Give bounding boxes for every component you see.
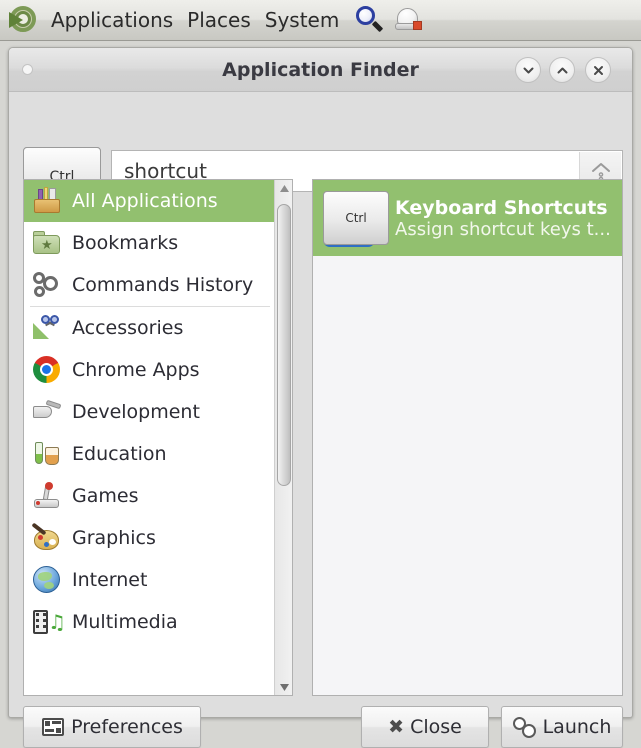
sidebar-item-multimedia[interactable]: ♫ Multimedia xyxy=(24,601,276,643)
development-icon xyxy=(32,397,62,427)
multimedia-icon: ♫ xyxy=(32,607,66,637)
close-button-label: Close xyxy=(410,716,462,738)
xfce-logo-icon[interactable] xyxy=(6,3,40,37)
chevron-down-icon xyxy=(523,67,533,73)
scroll-up-icon[interactable] xyxy=(275,180,292,196)
category-list-pane: All Applications ★ Bookmarks Commands Hi… xyxy=(23,179,293,696)
results-pane: y x Ctrl Keyboard Shortcuts Assign short… xyxy=(312,179,623,696)
preferences-button[interactable]: Preferences xyxy=(23,706,201,748)
accessories-icon xyxy=(32,313,62,343)
sidebar-item-label: Graphics xyxy=(72,527,156,549)
sidebar-item-accessories[interactable]: Accessories xyxy=(24,307,276,349)
desktop-panel: Applications Places System xyxy=(0,0,641,41)
all-applications-icon xyxy=(32,186,62,216)
window-titlebar[interactable]: Application Finder xyxy=(9,48,632,92)
keycap-ctrl: Ctrl xyxy=(323,191,389,245)
search-icon[interactable] xyxy=(352,3,386,37)
bookmarks-icon: ★ xyxy=(32,228,62,258)
scrollbar-thumb[interactable] xyxy=(277,204,291,486)
sidebar-item-all-applications[interactable]: All Applications xyxy=(24,180,276,222)
chrome-apps-icon xyxy=(32,355,62,385)
package-update-icon[interactable] xyxy=(392,3,426,37)
search-row: y x Ctrl shortcut xyxy=(9,92,632,214)
sidebar-item-label: Development xyxy=(72,401,200,423)
sidebar-item-education[interactable]: Education xyxy=(24,433,276,475)
application-finder-window: Application Finder y x Ctrl xyxy=(8,47,633,748)
sidebar-item-label: Internet xyxy=(72,569,148,591)
chevron-up-icon xyxy=(557,67,567,73)
list-item[interactable]: y x Ctrl Keyboard Shortcuts Assign short… xyxy=(313,180,622,256)
gears-icon xyxy=(512,715,537,739)
sidebar-item-label: Games xyxy=(72,485,139,507)
scroll-down-glyph xyxy=(279,683,289,691)
sidebar-item-label: Multimedia xyxy=(72,611,178,633)
sidebar-item-label: Chrome Apps xyxy=(72,359,200,381)
window-maximize-button[interactable] xyxy=(549,57,575,83)
sidebar-item-graphics[interactable]: Graphics xyxy=(24,517,276,559)
window-shade-button[interactable] xyxy=(515,57,541,83)
sidebar-item-label: All Applications xyxy=(72,190,218,212)
sidebar-item-bookmarks[interactable]: ★ Bookmarks xyxy=(24,222,276,264)
sidebar-item-internet[interactable]: Internet xyxy=(24,559,276,601)
education-icon xyxy=(32,439,62,469)
scroll-down-icon[interactable] xyxy=(275,679,292,695)
panel-menu-applications[interactable]: Applications xyxy=(44,6,180,34)
result-subtitle: Assign shortcut keys t... xyxy=(395,218,611,240)
commands-history-icon xyxy=(32,270,62,300)
launch-button[interactable]: Launch xyxy=(501,706,623,748)
close-x-icon: ✖ xyxy=(388,715,405,738)
window-close-button[interactable] xyxy=(585,57,611,83)
keyboard-shortcuts-icon: y x Ctrl xyxy=(323,191,389,247)
games-icon xyxy=(32,481,62,511)
sidebar-item-label: Bookmarks xyxy=(72,232,179,254)
close-button[interactable]: ✖ Close xyxy=(361,706,489,748)
preferences-icon xyxy=(41,715,65,739)
sidebar-item-chrome-apps[interactable]: Chrome Apps xyxy=(24,349,276,391)
category-list-scrollbar[interactable] xyxy=(274,180,292,695)
graphics-icon xyxy=(31,522,62,553)
launch-button-label: Launch xyxy=(542,716,612,738)
sidebar-item-commands-history[interactable]: Commands History xyxy=(24,264,276,306)
sidebar-item-games[interactable]: Games xyxy=(24,475,276,517)
sidebar-item-development[interactable]: Development xyxy=(24,391,276,433)
close-icon xyxy=(593,65,603,75)
panel-menu-places[interactable]: Places xyxy=(180,6,258,34)
preferences-button-label: Preferences xyxy=(71,716,183,738)
keycap-ctrl-highlight: Ctrl xyxy=(323,191,389,247)
scroll-up-glyph xyxy=(279,184,289,192)
internet-icon xyxy=(32,565,62,595)
sidebar-item-label: Accessories xyxy=(72,317,184,339)
sidebar-item-label: Education xyxy=(72,443,167,465)
result-title: Keyboard Shortcuts xyxy=(395,196,608,219)
sidebar-item-label: Commands History xyxy=(72,274,254,296)
panel-menu-system[interactable]: System xyxy=(258,6,347,34)
